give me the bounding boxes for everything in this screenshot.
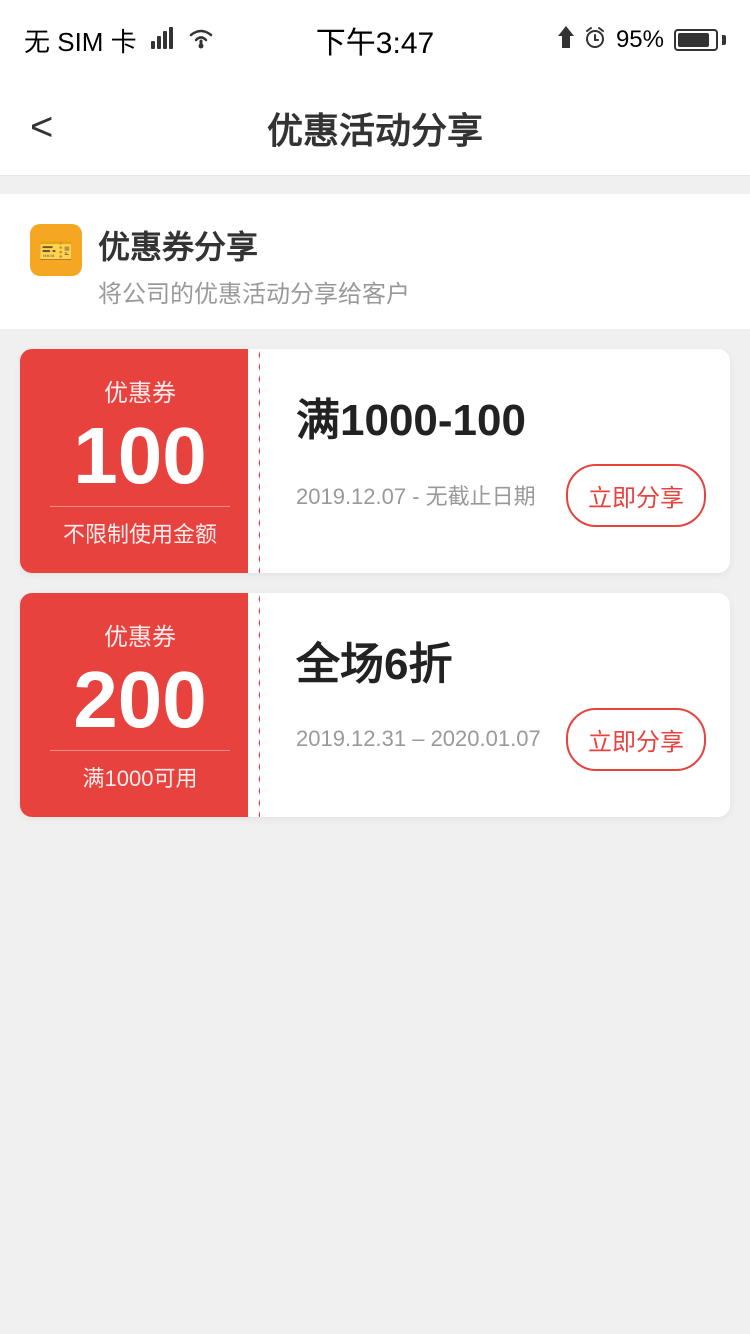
coupon-share-icon: 🎫	[30, 224, 82, 276]
carrier-text: 无 SIM 卡	[24, 22, 137, 59]
battery-icon	[674, 29, 726, 51]
coupon-date-1: 2019.12.31 – 2020.01.07	[296, 726, 541, 752]
coupon-list: 优惠券 100 不限制使用金额 满1000-100 2019.12.07 - 无…	[0, 329, 750, 837]
back-button[interactable]: <	[30, 105, 53, 150]
coupon-date-0: 2019.12.07 - 无截止日期	[296, 479, 536, 511]
nav-bar: < 优惠活动分享	[0, 80, 750, 176]
signal-icon	[151, 25, 173, 56]
coupon-left-1: 优惠券 200 满1000可用	[20, 593, 260, 817]
status-right: 95%	[558, 26, 726, 55]
coupon-right-0: 满1000-100 2019.12.07 - 无截止日期 立即分享	[260, 349, 730, 573]
location-icon	[558, 26, 574, 55]
status-left: 无 SIM 卡	[24, 22, 215, 59]
coupon-right-1: 全场6折 2019.12.31 – 2020.01.07 立即分享	[260, 593, 730, 817]
coupon-card-1: 优惠券 200 满1000可用 全场6折 2019.12.31 – 2020.0…	[20, 593, 730, 817]
coupon-card: 优惠券 100 不限制使用金额 满1000-100 2019.12.07 - 无…	[20, 349, 730, 573]
status-bar: 无 SIM 卡 下午3:47	[0, 0, 750, 80]
alarm-icon	[584, 26, 606, 55]
coupon-label-1: 优惠券	[104, 617, 176, 652]
nav-title: 优惠活动分享	[267, 102, 483, 154]
section-header: 🎫 优惠券分享 将公司的优惠活动分享给客户	[0, 194, 750, 329]
coupon-label-0: 优惠券	[104, 373, 176, 408]
section-text: 优惠券分享 将公司的优惠活动分享给客户	[98, 222, 410, 309]
coupon-title-0: 满1000-100	[296, 395, 706, 448]
coupon-title-1: 全场6折	[296, 639, 706, 692]
section-title: 优惠券分享	[98, 222, 410, 268]
coupon-meta-1: 2019.12.31 – 2020.01.07 立即分享	[296, 708, 706, 771]
coupon-divider-0	[50, 506, 230, 507]
coupon-amount-0: 100	[73, 416, 206, 496]
coupon-divider-1	[50, 750, 230, 751]
coupon-condition-0: 不限制使用金额	[63, 517, 217, 549]
section-subtitle: 将公司的优惠活动分享给客户	[98, 274, 410, 309]
battery-percent: 95%	[616, 26, 664, 54]
coupon-condition-1: 满1000可用	[83, 761, 198, 793]
share-button-0[interactable]: 立即分享	[566, 464, 706, 527]
coupon-amount-1: 200	[73, 660, 206, 740]
share-button-1[interactable]: 立即分享	[566, 708, 706, 771]
status-time: 下午3:47	[316, 18, 434, 62]
wifi-icon	[187, 25, 215, 56]
coupon-left-0: 优惠券 100 不限制使用金额	[20, 349, 260, 573]
coupon-meta-0: 2019.12.07 - 无截止日期 立即分享	[296, 464, 706, 527]
